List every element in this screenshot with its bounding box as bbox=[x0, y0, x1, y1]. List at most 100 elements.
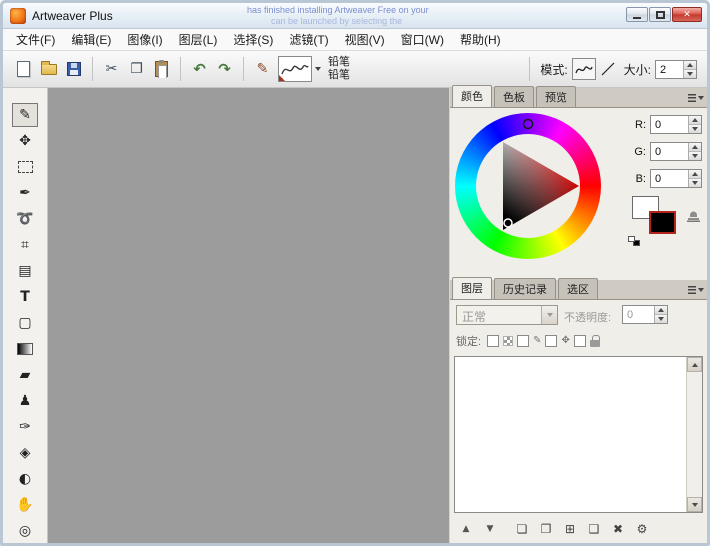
eraser-icon: ▰ bbox=[19, 367, 31, 383]
canvas-area[interactable] bbox=[48, 88, 449, 543]
spin-up-button[interactable] bbox=[684, 60, 696, 70]
layers-scrollbar[interactable] bbox=[686, 357, 702, 512]
duplicate-layer-button[interactable]: ❐ bbox=[535, 520, 557, 538]
green-spinner[interactable]: 0 bbox=[650, 142, 702, 161]
layers-list[interactable] bbox=[454, 356, 703, 513]
tool-pen[interactable]: ✒ bbox=[12, 181, 38, 205]
lock-icon bbox=[589, 334, 600, 348]
menu-item-help[interactable]: 帮助(H) bbox=[452, 28, 509, 51]
tab-swatches[interactable]: 色板 bbox=[494, 86, 534, 107]
tab-history[interactable]: 历史记录 bbox=[494, 278, 556, 299]
menu-item-select[interactable]: 选择(S) bbox=[225, 28, 281, 51]
panel-menu-icon[interactable] bbox=[688, 91, 704, 104]
tool-eraser[interactable]: ▰ bbox=[12, 363, 38, 387]
green-value: 0 bbox=[655, 146, 662, 158]
new-layer-button[interactable]: ❏ bbox=[511, 520, 533, 538]
opacity-spinner[interactable]: 0 bbox=[622, 305, 668, 324]
tool-move[interactable]: ✥ bbox=[12, 129, 38, 153]
panel-menu-icon[interactable] bbox=[688, 283, 704, 296]
dropdown-button[interactable] bbox=[541, 306, 557, 324]
tool-pencil[interactable]: ✎ bbox=[12, 103, 38, 127]
color-wheel[interactable] bbox=[455, 113, 601, 259]
tool-hand[interactable]: ✋ bbox=[12, 493, 38, 517]
new-group-button[interactable]: ⊞ bbox=[559, 520, 581, 538]
delete-layer-button[interactable]: ✖ bbox=[607, 520, 629, 538]
tool-brush[interactable]: ✑ bbox=[12, 415, 38, 439]
tool-crop[interactable]: ⌗ bbox=[12, 233, 38, 257]
tab-layers[interactable]: 图层 bbox=[452, 277, 492, 299]
minimize-button[interactable] bbox=[626, 7, 648, 22]
tool-shape[interactable]: ▢ bbox=[12, 311, 38, 335]
tool-text[interactable]: T bbox=[12, 285, 38, 309]
lock-pixels-checkbox[interactable] bbox=[517, 335, 530, 347]
app-logo-icon[interactable] bbox=[10, 8, 26, 24]
tool-lasso[interactable]: ➰ bbox=[12, 207, 38, 231]
tool-gradient[interactable] bbox=[12, 337, 38, 361]
tab-color[interactable]: 颜色 bbox=[452, 85, 492, 107]
spin-up-button[interactable] bbox=[689, 170, 701, 179]
spin-down-button[interactable] bbox=[689, 179, 701, 187]
tool-stamp[interactable]: ♟ bbox=[12, 389, 38, 413]
redo-button[interactable]: ↷ bbox=[212, 57, 237, 82]
adjustment-layer-button[interactable]: ❑ bbox=[583, 520, 605, 538]
new-file-button[interactable] bbox=[11, 57, 36, 82]
green-row: G: 0 bbox=[630, 142, 702, 161]
size-label: 大小: bbox=[623, 62, 651, 77]
menu-item-window[interactable]: 窗口(W) bbox=[393, 28, 452, 51]
copy-button[interactable]: ❐ bbox=[124, 57, 149, 82]
spin-up-button[interactable] bbox=[655, 306, 667, 315]
tool-dodge[interactable]: ◐ bbox=[12, 467, 38, 491]
blue-spinner[interactable]: 0 bbox=[650, 169, 702, 188]
background-color-swatch[interactable] bbox=[649, 211, 676, 234]
move-layer-down-button[interactable]: ▼ bbox=[479, 520, 501, 538]
red-spinner[interactable]: 0 bbox=[650, 115, 702, 134]
menu-item-layer[interactable]: 图层(L) bbox=[171, 28, 226, 51]
menu-item-file[interactable]: 文件(F) bbox=[8, 28, 63, 51]
lock-all-checkbox[interactable] bbox=[573, 335, 586, 347]
tool-roller[interactable]: ▤ bbox=[12, 259, 38, 283]
cut-button[interactable]: ✂ bbox=[99, 57, 124, 82]
move-layer-up-button[interactable]: ▲ bbox=[455, 520, 477, 538]
paintbrush-icon: ✑ bbox=[19, 419, 31, 435]
line-mode-button[interactable] bbox=[596, 58, 620, 80]
scroll-down-button[interactable] bbox=[687, 497, 702, 512]
tab-preview[interactable]: 预览 bbox=[536, 86, 576, 107]
lock-transparency-checkbox[interactable] bbox=[487, 335, 500, 347]
tab-selection[interactable]: 选区 bbox=[558, 278, 598, 299]
undo-button[interactable]: ↶ bbox=[187, 57, 212, 82]
crop-icon: ⌗ bbox=[21, 237, 29, 253]
brush-preview[interactable] bbox=[278, 56, 312, 82]
spin-up-button[interactable] bbox=[689, 143, 701, 152]
close-button[interactable]: ✕ bbox=[672, 7, 702, 22]
brush-dropdown-button[interactable] bbox=[312, 56, 324, 82]
paste-button[interactable] bbox=[149, 57, 174, 82]
menu-item-edit[interactable]: 编辑(E) bbox=[63, 28, 119, 51]
scroll-up-button[interactable] bbox=[687, 357, 702, 372]
freehand-mode-button[interactable] bbox=[571, 58, 596, 80]
layer-settings-button[interactable]: ⚙ bbox=[631, 520, 653, 538]
menu-item-filter[interactable]: 滤镜(T) bbox=[281, 28, 336, 51]
menu-item-image[interactable]: 图像(I) bbox=[119, 28, 170, 51]
stamp-picker-icon[interactable] bbox=[686, 208, 701, 223]
spin-down-button[interactable] bbox=[684, 69, 696, 78]
spin-down-button[interactable] bbox=[655, 315, 667, 323]
chevron-down-icon bbox=[546, 313, 553, 317]
blue-label: B: bbox=[635, 172, 646, 185]
maximize-button[interactable] bbox=[649, 7, 671, 22]
tool-rect-select[interactable] bbox=[12, 155, 38, 179]
size-spinner[interactable]: 2 bbox=[655, 59, 697, 79]
tool-ink[interactable]: ◈ bbox=[12, 441, 38, 465]
brush-tool-button[interactable]: ✎ bbox=[250, 57, 275, 82]
tool-zoom[interactable]: ◎ bbox=[12, 519, 38, 543]
spin-down-button[interactable] bbox=[689, 152, 701, 160]
position-icon: ✥ bbox=[561, 335, 570, 346]
chevron-down-icon bbox=[315, 67, 321, 71]
spin-up-button[interactable] bbox=[689, 116, 701, 125]
menu-item-view[interactable]: 视图(V) bbox=[337, 28, 393, 51]
save-button[interactable] bbox=[61, 57, 86, 82]
default-colors-icon[interactable] bbox=[628, 236, 642, 248]
blend-mode-dropdown[interactable]: 正常 bbox=[456, 305, 558, 325]
open-file-button[interactable] bbox=[36, 57, 61, 82]
spin-down-button[interactable] bbox=[689, 125, 701, 133]
lock-position-checkbox[interactable] bbox=[545, 335, 558, 347]
